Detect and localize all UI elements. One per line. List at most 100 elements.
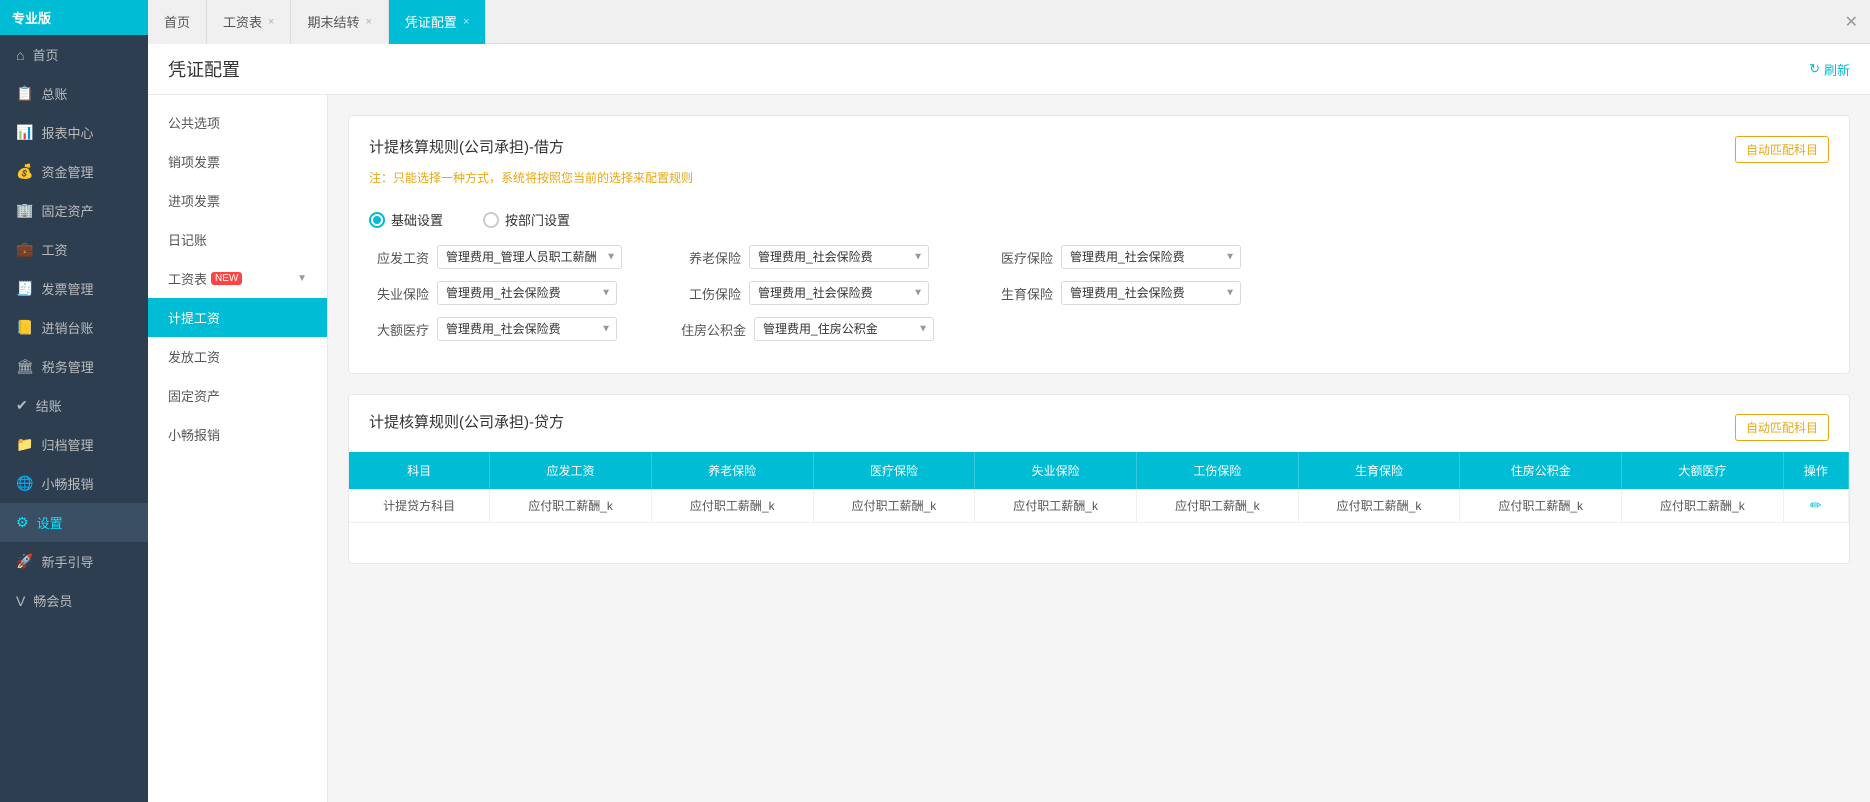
sidebar-item-xiaochang-expense[interactable]: 🌐 小畅报销 bbox=[0, 464, 148, 503]
left-nav-journal[interactable]: 日记账 bbox=[148, 220, 327, 259]
sidebar-item-home[interactable]: ⌂ 首页 bbox=[0, 35, 148, 74]
sidebar-item-label: 归档管理 bbox=[41, 435, 93, 454]
field-medical: 医疗保险 管理费用_社会保险费 bbox=[993, 245, 1293, 269]
page-header: 凭证配置 ↻ 刷新 bbox=[148, 44, 1870, 95]
sidebar-item-settlement[interactable]: ✔ 结账 bbox=[0, 386, 148, 425]
field-medical-select-wrapper: 管理费用_社会保险费 bbox=[1061, 245, 1241, 269]
field-major-medical-label: 大额医疗 bbox=[369, 320, 429, 339]
field-major-medical-select[interactable]: 管理费用_社会保险费 bbox=[437, 317, 617, 341]
cell-medical: 应付职工薪酬_k bbox=[813, 489, 975, 523]
radio-department-circle bbox=[483, 212, 499, 228]
sidebar-item-invoice-mgmt[interactable]: 🧾 发票管理 bbox=[0, 269, 148, 308]
field-salary: 应发工资 管理费用_管理人员职工薪酬 bbox=[369, 245, 669, 269]
radio-basic-setting[interactable]: 基础设置 bbox=[369, 210, 443, 229]
field-pension-select-wrapper: 管理费用_社会保险费 bbox=[749, 245, 929, 269]
field-salary-select-wrapper: 管理费用_管理人员职工薪酬 bbox=[437, 245, 622, 269]
sidebar: 专业版 ⌂ 首页 📋 总账 📊 报表中心 💰 资金管理 🏢 固定资产 💼 工资 … bbox=[0, 0, 148, 802]
tab-period-close[interactable]: 期末结转 × bbox=[291, 0, 388, 44]
sidebar-item-label: 首页 bbox=[32, 45, 58, 64]
field-salary-select[interactable]: 管理费用_管理人员职工薪酬 bbox=[437, 245, 622, 269]
sidebar-item-funds[interactable]: 💰 资金管理 bbox=[0, 152, 148, 191]
credit-section-header: 计提核算规则(公司承担)-贷方 自动匹配科目 bbox=[349, 395, 1849, 452]
field-maternity-label: 生育保险 bbox=[993, 284, 1053, 303]
cell-action[interactable]: ✏ bbox=[1783, 489, 1848, 523]
ledger-icon: 📋 bbox=[16, 85, 33, 102]
left-nav-xiaochang-expense[interactable]: 小畅报销 bbox=[148, 415, 327, 454]
sidebar-item-label: 小畅报销 bbox=[41, 474, 93, 493]
field-injury: 工伤保险 管理费用_社会保险费 bbox=[681, 281, 981, 305]
field-medical-select[interactable]: 管理费用_社会保险费 bbox=[1061, 245, 1241, 269]
sidebar-item-general-ledger[interactable]: 📋 总账 bbox=[0, 74, 148, 113]
left-nav-cancel-invoice[interactable]: 销项发票 bbox=[148, 142, 327, 181]
vip-icon: V bbox=[16, 593, 25, 609]
sidebar-item-settings[interactable]: ⚙ 设置 bbox=[0, 503, 148, 542]
refresh-icon: ↻ bbox=[1809, 61, 1820, 77]
left-nav-label: 日记账 bbox=[168, 230, 207, 249]
home-icon: ⌂ bbox=[16, 47, 24, 63]
sidebar-item-label: 结账 bbox=[36, 396, 62, 415]
left-nav-payroll-table[interactable]: 工资表 NEW ▼ bbox=[148, 259, 327, 298]
tab-bar-close-button[interactable]: ✕ bbox=[1833, 12, 1870, 32]
field-major-medical: 大额医疗 管理费用_社会保险费 bbox=[369, 317, 669, 341]
table-row: 计提贷方科目 应付职工薪酬_k 应付职工薪酬_k 应付职工薪酬_k 应付职工薪酬… bbox=[349, 489, 1849, 523]
tab-payroll-table[interactable]: 工资表 × bbox=[207, 0, 291, 44]
debit-form-row-2: 失业保险 管理费用_社会保险费 工伤保险 管理费用_社会保险费 bbox=[369, 281, 1829, 305]
tab-period-close-close[interactable]: × bbox=[365, 16, 371, 28]
funds-icon: 💰 bbox=[16, 163, 33, 180]
left-nav-public-options[interactable]: 公共选项 bbox=[148, 103, 327, 142]
sidebar-item-fixed-assets[interactable]: 🏢 固定资产 bbox=[0, 191, 148, 230]
tab-voucher-config-label: 凭证配置 bbox=[405, 12, 457, 31]
edit-icon[interactable]: ✏ bbox=[1810, 497, 1822, 513]
fixed-assets-icon: 🏢 bbox=[16, 202, 33, 219]
sidebar-item-archive[interactable]: 📁 归档管理 bbox=[0, 425, 148, 464]
field-housing-fund-label: 住房公积金 bbox=[681, 320, 746, 339]
left-nav-label: 工资表 bbox=[168, 269, 207, 288]
sidebar-item-tax-mgmt[interactable]: 🏛 税务管理 bbox=[0, 347, 148, 386]
left-nav-issue-payroll[interactable]: 发放工资 bbox=[148, 337, 327, 376]
field-housing-fund-select[interactable]: 管理费用_住房公积金 bbox=[754, 317, 934, 341]
sidebar-item-vip[interactable]: V 畅会员 bbox=[0, 581, 148, 620]
tab-voucher-config-close[interactable]: × bbox=[463, 16, 469, 28]
refresh-button[interactable]: ↻ 刷新 bbox=[1809, 60, 1850, 79]
left-nav-label: 固定资产 bbox=[168, 386, 220, 405]
col-salary: 应发工资 bbox=[490, 452, 652, 489]
debit-section: 计提核算规则(公司承担)-借方 注：只能选择一种方式，系统将按照您当前的选择来配… bbox=[348, 115, 1850, 374]
tax-icon: 🏛 bbox=[16, 358, 34, 375]
field-maternity-select[interactable]: 管理费用_社会保险费 bbox=[1061, 281, 1241, 305]
sidebar-item-reports[interactable]: 📊 报表中心 bbox=[0, 113, 148, 152]
archive-icon: 📁 bbox=[16, 436, 33, 453]
sidebar-item-label: 新手引导 bbox=[41, 552, 93, 571]
invoice-icon: 🧾 bbox=[16, 280, 33, 297]
page-title: 凭证配置 bbox=[168, 56, 240, 82]
tab-payroll-table-close[interactable]: × bbox=[268, 16, 274, 28]
sidebar-item-sales-ledger[interactable]: 📒 进销台账 bbox=[0, 308, 148, 347]
content-area: 公共选项 销项发票 进项发票 日记账 工资表 NEW ▼ 计提工资 发放工资 bbox=[148, 95, 1870, 802]
field-injury-select[interactable]: 管理费用_社会保险费 bbox=[749, 281, 929, 305]
left-nav-label: 计提工资 bbox=[168, 308, 220, 327]
debit-auto-match-button[interactable]: 自动匹配科目 bbox=[1735, 136, 1829, 163]
field-unemployment-select[interactable]: 管理费用_社会保险费 bbox=[437, 281, 617, 305]
debit-form-row-3: 大额医疗 管理费用_社会保险费 住房公积金 管理费用_住房公积金 bbox=[369, 317, 1829, 341]
field-pension-select[interactable]: 管理费用_社会保险费 bbox=[749, 245, 929, 269]
settings-icon: ⚙ bbox=[16, 514, 29, 531]
sidebar-item-payroll[interactable]: 💼 工资 bbox=[0, 230, 148, 269]
cell-major-medical: 应付职工薪酬_k bbox=[1622, 489, 1784, 523]
right-content: 计提核算规则(公司承担)-借方 注：只能选择一种方式，系统将按照您当前的选择来配… bbox=[328, 95, 1870, 802]
sidebar-item-label: 固定资产 bbox=[41, 201, 93, 220]
debit-title-area: 计提核算规则(公司承担)-借方 注：只能选择一种方式，系统将按照您当前的选择来配… bbox=[369, 136, 1735, 198]
reports-icon: 📊 bbox=[16, 124, 33, 141]
left-nav-input-invoice[interactable]: 进项发票 bbox=[148, 181, 327, 220]
sidebar-item-new-guide[interactable]: 🚀 新手引导 bbox=[0, 542, 148, 581]
credit-section-title: 计提核算规则(公司承担)-贷方 bbox=[369, 411, 564, 432]
credit-auto-match-button[interactable]: 自动匹配科目 bbox=[1735, 414, 1829, 441]
left-nav-fixed-assets[interactable]: 固定资产 bbox=[148, 376, 327, 415]
left-nav-accrual-payroll[interactable]: 计提工资 bbox=[148, 298, 327, 337]
radio-department-setting[interactable]: 按部门设置 bbox=[483, 210, 570, 229]
chevron-down-icon: ▼ bbox=[297, 273, 307, 284]
tab-voucher-config[interactable]: 凭证配置 × bbox=[389, 0, 486, 44]
settlement-icon: ✔ bbox=[16, 397, 28, 414]
tab-home[interactable]: 首页 bbox=[148, 0, 207, 44]
left-nav-label: 进项发票 bbox=[168, 191, 220, 210]
col-unemployment: 失业保险 bbox=[975, 452, 1137, 489]
debit-radio-group: 基础设置 按部门设置 bbox=[369, 210, 1829, 229]
